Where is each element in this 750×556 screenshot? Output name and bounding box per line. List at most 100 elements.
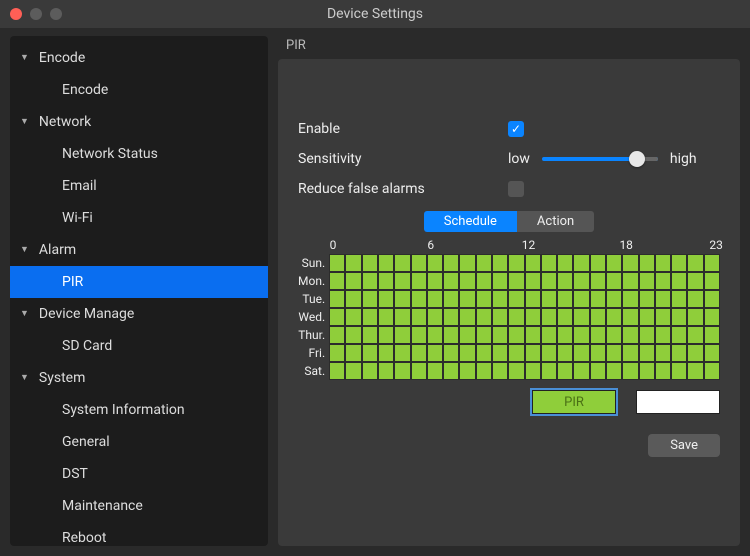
schedule-cell[interactable] bbox=[508, 254, 524, 272]
schedule-cell[interactable] bbox=[622, 290, 638, 308]
sidebar-group-alarm[interactable]: ▼Alarm bbox=[10, 234, 268, 266]
schedule-cell[interactable] bbox=[655, 326, 671, 344]
sidebar-group-network[interactable]: ▼Network bbox=[10, 106, 268, 138]
schedule-cell[interactable] bbox=[704, 344, 720, 362]
schedule-cell[interactable] bbox=[362, 290, 378, 308]
schedule-cell[interactable] bbox=[394, 308, 410, 326]
schedule-cell[interactable] bbox=[606, 344, 622, 362]
schedule-cell[interactable] bbox=[476, 272, 492, 290]
schedule-cell[interactable] bbox=[573, 272, 589, 290]
schedule-cell[interactable] bbox=[329, 344, 345, 362]
schedule-cell[interactable] bbox=[541, 362, 557, 380]
schedule-cell[interactable] bbox=[378, 254, 394, 272]
schedule-cell[interactable] bbox=[606, 362, 622, 380]
schedule-cell[interactable] bbox=[590, 254, 606, 272]
schedule-cell[interactable] bbox=[606, 308, 622, 326]
schedule-cell[interactable] bbox=[329, 308, 345, 326]
schedule-cell[interactable] bbox=[525, 362, 541, 380]
schedule-cell[interactable] bbox=[590, 344, 606, 362]
schedule-cell[interactable] bbox=[525, 272, 541, 290]
schedule-cell[interactable] bbox=[606, 290, 622, 308]
schedule-cell[interactable] bbox=[508, 272, 524, 290]
schedule-cell[interactable] bbox=[492, 362, 508, 380]
schedule-cell[interactable] bbox=[622, 326, 638, 344]
schedule-cell[interactable] bbox=[590, 290, 606, 308]
schedule-cell[interactable] bbox=[704, 272, 720, 290]
schedule-cell[interactable] bbox=[704, 308, 720, 326]
schedule-cell[interactable] bbox=[573, 308, 589, 326]
schedule-cell[interactable] bbox=[671, 362, 687, 380]
schedule-cell[interactable] bbox=[411, 326, 427, 344]
schedule-cell[interactable] bbox=[411, 272, 427, 290]
sidebar-item-dst[interactable]: DST bbox=[10, 458, 268, 490]
schedule-cell[interactable] bbox=[557, 326, 573, 344]
sidebar-item-email[interactable]: Email bbox=[10, 170, 268, 202]
legend-pir[interactable]: PIR bbox=[532, 390, 616, 414]
legend-none[interactable] bbox=[636, 390, 720, 414]
schedule-cell[interactable] bbox=[573, 362, 589, 380]
schedule-cell[interactable] bbox=[476, 326, 492, 344]
schedule-cell[interactable] bbox=[459, 344, 475, 362]
schedule-cell[interactable] bbox=[687, 254, 703, 272]
schedule-cell[interactable] bbox=[573, 344, 589, 362]
minimize-icon[interactable] bbox=[30, 8, 42, 20]
schedule-cell[interactable] bbox=[687, 362, 703, 380]
tab-action[interactable]: Action bbox=[517, 211, 594, 232]
schedule-cell[interactable] bbox=[492, 290, 508, 308]
schedule-cell[interactable] bbox=[655, 344, 671, 362]
schedule-cell[interactable] bbox=[476, 362, 492, 380]
sidebar-item-network-status[interactable]: Network Status bbox=[10, 138, 268, 170]
schedule-cell[interactable] bbox=[476, 308, 492, 326]
sidebar-item-system-information[interactable]: System Information bbox=[10, 394, 268, 426]
schedule-cell[interactable] bbox=[590, 272, 606, 290]
schedule-cell[interactable] bbox=[704, 362, 720, 380]
tab-schedule[interactable]: Schedule bbox=[424, 211, 517, 232]
schedule-cell[interactable] bbox=[639, 326, 655, 344]
schedule-cell[interactable] bbox=[573, 254, 589, 272]
schedule-cell[interactable] bbox=[541, 254, 557, 272]
schedule-cell[interactable] bbox=[508, 344, 524, 362]
schedule-cell[interactable] bbox=[639, 290, 655, 308]
schedule-cell[interactable] bbox=[427, 254, 443, 272]
schedule-cell[interactable] bbox=[508, 326, 524, 344]
schedule-cell[interactable] bbox=[655, 362, 671, 380]
schedule-cell[interactable] bbox=[394, 326, 410, 344]
schedule-cell[interactable] bbox=[541, 272, 557, 290]
schedule-cell[interactable] bbox=[704, 290, 720, 308]
schedule-cell[interactable] bbox=[362, 326, 378, 344]
schedule-cell[interactable] bbox=[459, 362, 475, 380]
schedule-cell[interactable] bbox=[362, 308, 378, 326]
schedule-cell[interactable] bbox=[525, 308, 541, 326]
close-icon[interactable] bbox=[10, 8, 22, 20]
schedule-cell[interactable] bbox=[411, 344, 427, 362]
schedule-cell[interactable] bbox=[687, 272, 703, 290]
schedule-cell[interactable] bbox=[639, 254, 655, 272]
schedule-cell[interactable] bbox=[476, 254, 492, 272]
sidebar-item-maintenance[interactable]: Maintenance bbox=[10, 490, 268, 522]
schedule-cell[interactable] bbox=[687, 326, 703, 344]
schedule-cell[interactable] bbox=[427, 344, 443, 362]
schedule-cell[interactable] bbox=[345, 326, 361, 344]
schedule-cell[interactable] bbox=[687, 308, 703, 326]
schedule-cell[interactable] bbox=[345, 290, 361, 308]
schedule-cell[interactable] bbox=[378, 362, 394, 380]
schedule-cell[interactable] bbox=[362, 344, 378, 362]
schedule-cell[interactable] bbox=[541, 326, 557, 344]
schedule-cell[interactable] bbox=[427, 272, 443, 290]
schedule-cell[interactable] bbox=[492, 308, 508, 326]
schedule-cell[interactable] bbox=[459, 254, 475, 272]
schedule-cell[interactable] bbox=[345, 362, 361, 380]
schedule-cell[interactable] bbox=[427, 326, 443, 344]
schedule-cell[interactable] bbox=[687, 344, 703, 362]
schedule-cell[interactable] bbox=[443, 290, 459, 308]
sidebar-item-encode[interactable]: Encode bbox=[10, 74, 268, 106]
schedule-cell[interactable] bbox=[492, 344, 508, 362]
schedule-cell[interactable] bbox=[378, 272, 394, 290]
schedule-cell[interactable] bbox=[639, 272, 655, 290]
schedule-cell[interactable] bbox=[508, 290, 524, 308]
schedule-cell[interactable] bbox=[394, 272, 410, 290]
schedule-cell[interactable] bbox=[557, 308, 573, 326]
schedule-cell[interactable] bbox=[345, 272, 361, 290]
schedule-cell[interactable] bbox=[443, 362, 459, 380]
schedule-cell[interactable] bbox=[459, 326, 475, 344]
